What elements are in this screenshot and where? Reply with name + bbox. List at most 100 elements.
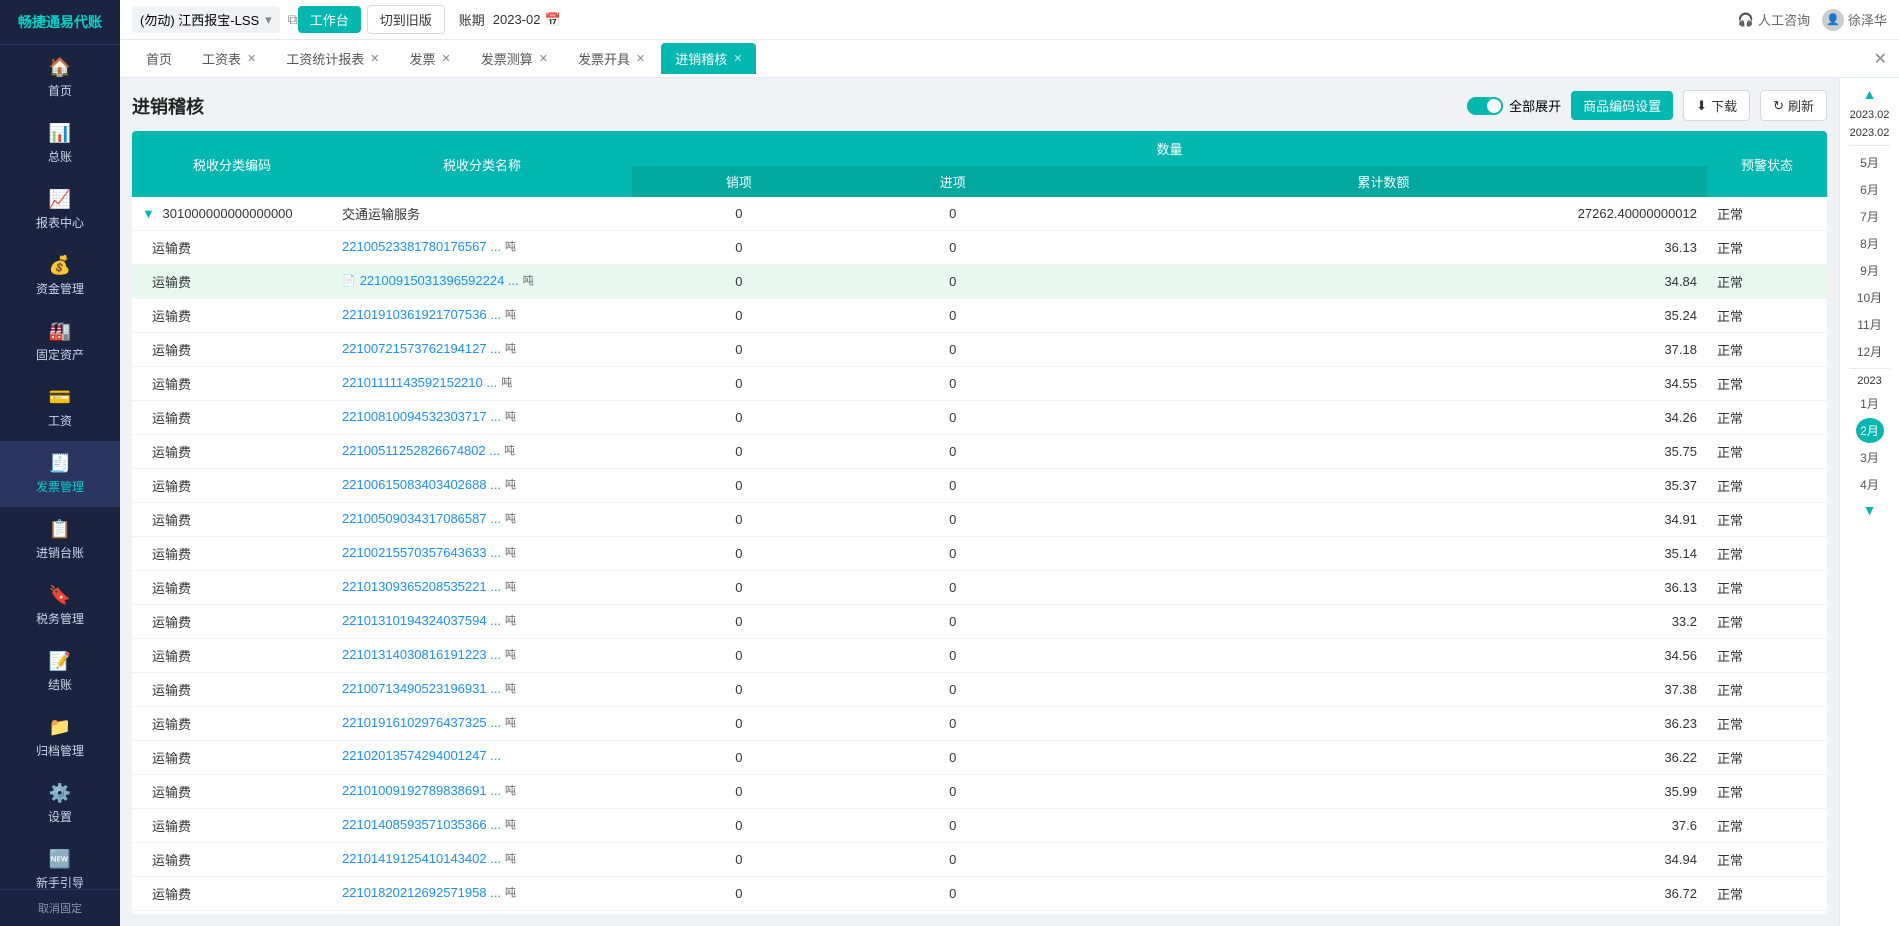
table-row[interactable]: 运输费 22101916102976437325 ... 吨 0 0 36.23…	[132, 707, 1827, 741]
sales-cell: 0	[632, 469, 846, 503]
table-row[interactable]: 运输费 22101820212692571958 ... 吨 0 0 36.72…	[132, 877, 1827, 911]
tab-invoice[interactable]: 发票 ✕	[395, 43, 464, 74]
invoice-no: 22100915031396592224 ...	[360, 273, 519, 288]
pin-button[interactable]: 取消固定	[0, 889, 120, 926]
close-all-tabs-button[interactable]: ✕	[1874, 49, 1887, 69]
table-row[interactable]: 运输费 22102013574294001247 ... 0 0 36.22 正…	[132, 741, 1827, 775]
calendar-month-10[interactable]: 10月	[1847, 285, 1893, 310]
tab-reconcile[interactable]: 进销稽核 ✕	[661, 43, 756, 74]
sidebar-item-report[interactable]: 📈 报表中心	[0, 177, 120, 243]
calendar-month-11[interactable]: 11月	[1847, 312, 1893, 337]
calendar-month-1[interactable]: 1月	[1847, 391, 1893, 416]
sidebar-item-label: 结账	[48, 676, 72, 693]
table-row[interactable]: 运输费 📄 22100915031396592224 ... 吨 0 0 34.…	[132, 265, 1827, 299]
sidebar-item-label: 总账	[48, 148, 72, 165]
sidebar-item-tax[interactable]: 🔖 税务管理	[0, 573, 120, 639]
table-row[interactable]: 运输费 22101419125410143402 ... 吨 0 0 34.94…	[132, 843, 1827, 877]
tax-code-cell: 运输费	[132, 707, 332, 741]
tab-invoice-open[interactable]: 发票开具 ✕	[564, 43, 659, 74]
sidebar-item-salary[interactable]: 💳 工资	[0, 375, 120, 441]
tab-invoice-calc[interactable]: 发票测算 ✕	[467, 43, 562, 74]
unit-badge: 吨	[505, 680, 516, 696]
table-row[interactable]: 运输费 22101111143592152210 ... 吨 0 0 34.55…	[132, 367, 1827, 401]
switch-version-button[interactable]: 切到旧版	[367, 5, 445, 34]
refresh-button[interactable]: ↻ 刷新	[1760, 90, 1827, 121]
purchase-cell: 0	[846, 197, 1060, 231]
help-button[interactable]: 🎧 人工咨询	[1738, 10, 1810, 29]
sidebar-item-assets[interactable]: 🏭 固定资产	[0, 309, 120, 375]
close-icon[interactable]: ✕	[636, 52, 645, 65]
close-icon[interactable]: ✕	[539, 52, 548, 65]
sidebar-item-purchase-sales[interactable]: 📋 进销台账	[0, 507, 120, 573]
company-selector[interactable]: (勿动) 江西报宝-LSS ▾	[132, 6, 280, 33]
table-row[interactable]: 运输费 22100810094532303717 ... 吨 0 0 34.26…	[132, 401, 1827, 435]
table-row[interactable]: 运输费 22100615083403402688 ... 吨 0 0 35.37…	[132, 469, 1827, 503]
report-icon: 📈	[49, 189, 71, 210]
download-button[interactable]: ⬇ 下载	[1683, 90, 1750, 121]
calendar-month-8[interactable]: 8月	[1847, 231, 1893, 256]
calendar-month-7[interactable]: 7月	[1847, 204, 1893, 229]
sidebar-item-home[interactable]: 🏠 首页	[0, 45, 120, 111]
table-row[interactable]: 运输费 22101910361921707536 ... 吨 0 0 35.24…	[132, 299, 1827, 333]
unit-badge: 吨	[505, 544, 516, 560]
unit-badge: 吨	[505, 714, 516, 730]
sidebar-item-archive[interactable]: 📁 归档管理	[0, 705, 120, 771]
item-name: 运输费	[152, 785, 191, 800]
table-row[interactable]: 运输费 22100509034317086587 ... 吨 0 0 34.91…	[132, 503, 1827, 537]
calendar-month-2-active[interactable]: 2月	[1856, 418, 1884, 443]
purchase-cell: 0	[846, 707, 1060, 741]
table-row[interactable]: 运输费 22101310194324037594 ... 吨 0 0 33.2 …	[132, 605, 1827, 639]
calendar-icon[interactable]: 📅	[544, 12, 560, 28]
close-icon[interactable]: ✕	[442, 52, 451, 65]
user-menu[interactable]: 👤 徐泽华	[1822, 9, 1887, 31]
calendar-month-12[interactable]: 12月	[1847, 339, 1893, 364]
product-code-setting-button[interactable]: 商品编码设置	[1571, 91, 1673, 120]
calendar-month-9[interactable]: 9月	[1847, 258, 1893, 283]
close-icon[interactable]: ✕	[247, 52, 256, 65]
table-row[interactable]: 运输费 22101009192789838691 ... 吨 0 0 35.99…	[132, 775, 1827, 809]
status-cell: 正常	[1707, 401, 1827, 435]
table-row[interactable]: 运输费 22100721573762194127 ... 吨 0 0 37.18…	[132, 333, 1827, 367]
unit-badge: 吨	[505, 850, 516, 866]
status-cell: 正常	[1707, 231, 1827, 265]
calendar-nav-up[interactable]: ▲	[1858, 82, 1882, 106]
tab-salary[interactable]: 工资表 ✕	[188, 43, 270, 74]
tab-label: 首页	[146, 49, 172, 68]
tab-salary-stat[interactable]: 工资统计报表 ✕	[272, 43, 393, 74]
purchase-cell: 0	[846, 401, 1060, 435]
sidebar-item-guide[interactable]: 🆕 新手引导	[0, 837, 120, 889]
item-name: 运输费	[152, 343, 191, 358]
calendar-month-3[interactable]: 3月	[1847, 445, 1893, 470]
sidebar-item-label: 发票管理	[36, 478, 84, 495]
calendar-month-5[interactable]: 5月	[1847, 150, 1893, 175]
expand-arrow-icon[interactable]: ▼	[142, 206, 155, 221]
cumulative-cell: 37.18	[1060, 333, 1707, 367]
table-row[interactable]: 运输费 22101309365208535221 ... 吨 0 0 36.13…	[132, 571, 1827, 605]
tab-home[interactable]: 首页	[132, 43, 186, 74]
sidebar-item-settlement[interactable]: 📝 结账	[0, 639, 120, 705]
table-row[interactable]: 运输费 22100215570357643633 ... 吨 0 0 35.14…	[132, 537, 1827, 571]
table-row[interactable]: 运输费 22100511252826674802 ... 吨 0 0 35.75…	[132, 435, 1827, 469]
sales-cell: 0	[632, 197, 846, 231]
table-row[interactable]: ▼ 301000000000000000 交通运输服务 0 0 27262.40…	[132, 197, 1827, 231]
sidebar-item-settings[interactable]: ⚙️ 设置	[0, 771, 120, 837]
table-row[interactable]: 运输费 22100523381780176567 ... 吨 0 0 36.13…	[132, 231, 1827, 265]
sidebar-item-finance[interactable]: 💰 资金管理	[0, 243, 120, 309]
close-icon[interactable]: ✕	[733, 52, 742, 65]
calendar-nav-down[interactable]: ▼	[1858, 498, 1882, 522]
tax-code-cell: 运输费	[132, 333, 332, 367]
table-row[interactable]: 运输费 22100713490523196931 ... 吨 0 0 37.38…	[132, 673, 1827, 707]
close-icon[interactable]: ✕	[370, 52, 379, 65]
sidebar-item-ledger[interactable]: 📊 总账	[0, 111, 120, 177]
toggle-track[interactable]	[1467, 97, 1503, 115]
calendar-month-4[interactable]: 4月	[1847, 472, 1893, 497]
sidebar-item-invoice-mgmt[interactable]: 🧾 发票管理	[0, 441, 120, 507]
finance-icon: 💰	[49, 255, 71, 276]
calendar-month-6[interactable]: 6月	[1847, 177, 1893, 202]
table-row[interactable]: 运输费 22101408593571035366 ... 吨 0 0 37.6 …	[132, 809, 1827, 843]
table-row[interactable]: 运输费 22101314030816191223 ... 吨 0 0 34.56…	[132, 639, 1827, 673]
expand-toggle[interactable]: 全部展开	[1467, 96, 1561, 115]
copy-icon[interactable]: ⧉	[288, 11, 298, 28]
invoice-no: 22100615083403402688 ...	[342, 477, 501, 492]
workspace-button[interactable]: 工作台	[298, 6, 361, 33]
